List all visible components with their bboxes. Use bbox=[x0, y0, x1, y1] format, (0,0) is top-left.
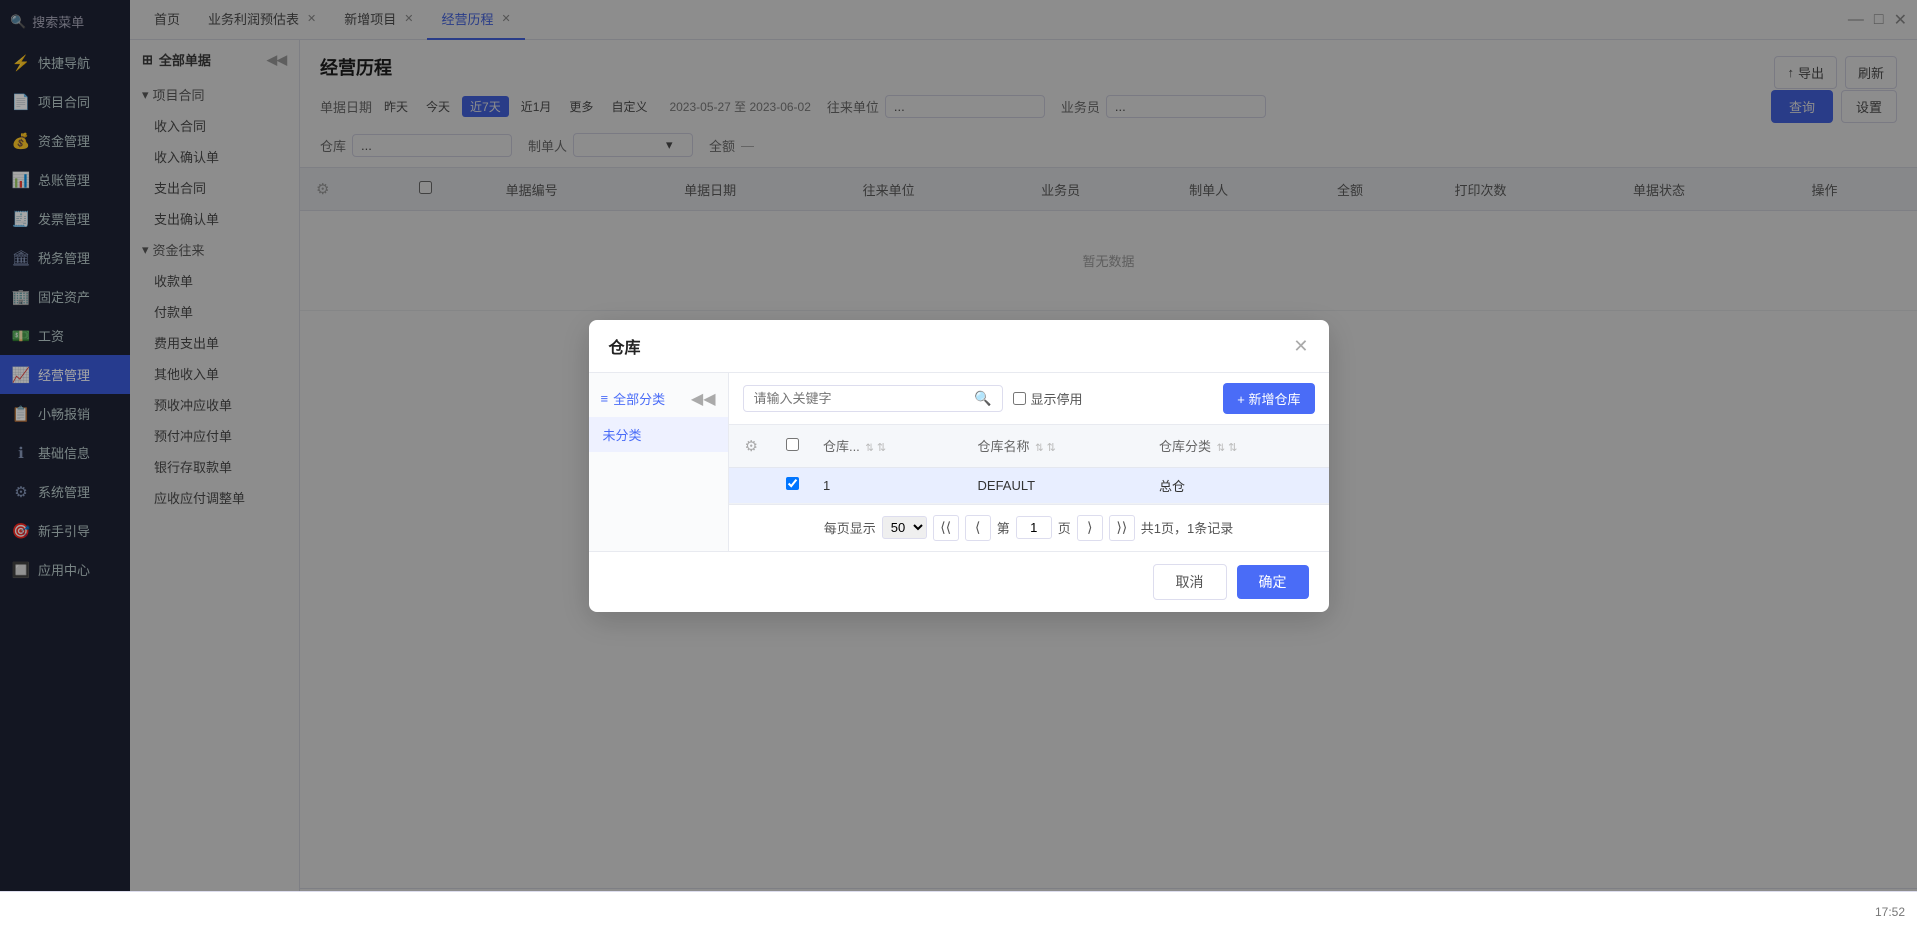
row-id: 1 bbox=[811, 467, 966, 503]
modal-main: 🔍 显示停用 + 新增仓库 ⚙ bbox=[729, 373, 1329, 551]
modal-title: 仓库 bbox=[609, 334, 641, 358]
add-warehouse-button[interactable]: + 新增仓库 bbox=[1223, 383, 1314, 414]
modal-col-checkbox[interactable] bbox=[774, 425, 811, 468]
cancel-button[interactable]: 取消 bbox=[1153, 564, 1227, 600]
modal-next-page[interactable]: ⟩ bbox=[1077, 515, 1103, 541]
search-box[interactable]: 🔍 bbox=[743, 385, 1003, 412]
search-icon: 🔍 bbox=[974, 390, 991, 407]
modal-col-gear[interactable]: ⚙ bbox=[729, 425, 774, 468]
modal-col-id[interactable]: 仓库... ⇅ bbox=[811, 425, 966, 468]
modal-page-input[interactable] bbox=[1016, 516, 1052, 539]
warehouse-modal: 仓库 ✕ ≡ 全部分类 ◀◀ 未分类 bbox=[589, 320, 1329, 612]
uncategorized-item[interactable]: 未分类 bbox=[589, 417, 728, 452]
taskbar-time: 17:52 bbox=[1875, 905, 1905, 919]
modal-overlay: 仓库 ✕ ≡ 全部分类 ◀◀ 未分类 bbox=[0, 0, 1917, 931]
table-row[interactable]: 1 DEFAULT 总仓 bbox=[729, 467, 1329, 503]
table-gear-btn[interactable]: ⚙ bbox=[741, 433, 762, 459]
modal-table: ⚙ 仓库... ⇅ 仓库名称 ⇅ 仓库分类 ⇅ 1 bbox=[729, 425, 1329, 504]
modal-header: 仓库 ✕ bbox=[589, 320, 1329, 373]
modal-category-header[interactable]: ≡ 全部分类 ◀◀ bbox=[589, 381, 728, 417]
row-code: DEFAULT bbox=[966, 467, 1147, 503]
row-name: 总仓 bbox=[1147, 467, 1329, 503]
confirm-button[interactable]: 确定 bbox=[1237, 565, 1309, 599]
search-input[interactable] bbox=[754, 391, 975, 406]
modal-close-button[interactable]: ✕ bbox=[1293, 337, 1308, 355]
select-all-checkbox[interactable] bbox=[786, 438, 799, 451]
modal-table-footer: 每页显示 50 ⟨⟨ ⟨ 第 页 ⟩ ⟩⟩ 共1页，1条记录 bbox=[729, 504, 1329, 551]
modal-toolbar: 🔍 显示停用 + 新增仓库 bbox=[729, 373, 1329, 425]
modal-footer: 取消 确定 bbox=[589, 551, 1329, 612]
taskbar: 17:52 bbox=[0, 891, 1917, 931]
category-icon: ≡ bbox=[601, 391, 609, 406]
modal-per-page-select[interactable]: 50 bbox=[882, 516, 927, 539]
taskbar-right: 17:52 bbox=[1875, 905, 1905, 919]
modal-table-wrap: ⚙ 仓库... ⇅ 仓库名称 ⇅ 仓库分类 ⇅ 1 bbox=[729, 425, 1329, 504]
sidebar-collapse-btn[interactable]: ◀◀ bbox=[691, 389, 716, 409]
modal-col-name[interactable]: 仓库名称 ⇅ bbox=[966, 425, 1147, 468]
disabled-checkbox[interactable] bbox=[1013, 392, 1026, 405]
row-gear bbox=[729, 467, 774, 503]
modal-table-body: 1 DEFAULT 总仓 bbox=[729, 467, 1329, 503]
modal-col-category[interactable]: 仓库分类 ⇅ bbox=[1147, 425, 1329, 468]
show-disabled-checkbox[interactable]: 显示停用 bbox=[1013, 389, 1083, 408]
row-checkbox[interactable] bbox=[774, 467, 811, 503]
modal-body: ≡ 全部分类 ◀◀ 未分类 🔍 bbox=[589, 373, 1329, 551]
modal-last-page[interactable]: ⟩⟩ bbox=[1109, 515, 1135, 541]
modal-first-page[interactable]: ⟨⟨ bbox=[933, 515, 959, 541]
modal-prev-page[interactable]: ⟨ bbox=[965, 515, 991, 541]
modal-total-records: 共1页，1条记录 bbox=[1141, 518, 1233, 537]
modal-sidebar: ≡ 全部分类 ◀◀ 未分类 bbox=[589, 373, 729, 551]
